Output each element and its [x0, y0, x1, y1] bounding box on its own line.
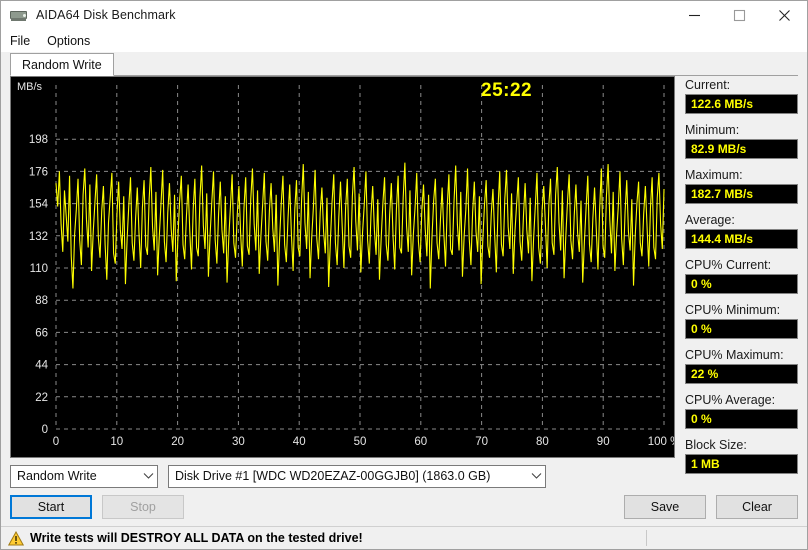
stat-cpu-maximum: CPU% Maximum: 22 %: [685, 348, 798, 393]
close-button[interactable]: [762, 1, 807, 30]
main-body: 0 22 44 66 88 110 132 154 176 198 0 10 20 30 40 50 60 70 8…: [1, 76, 807, 474]
svg-text:30: 30: [232, 436, 245, 448]
title-bar: AIDA64 Disk Benchmark: [1, 1, 807, 30]
tab-random-write[interactable]: Random Write: [10, 53, 114, 76]
drive-select[interactable]: Disk Drive #1 [WDC WD20EZAZ-00GGJB0] (18…: [168, 464, 546, 488]
stat-cpu-current-label: CPU% Current:: [685, 258, 772, 272]
stat-cpu-average-value: 0 %: [691, 412, 712, 426]
statistics-panel: Current: 122.6 MB/s Minimum: 82.9 MB/s M…: [675, 76, 798, 474]
tab-strip: Random Write: [1, 52, 807, 76]
minimize-button[interactable]: [672, 1, 717, 30]
warning-triangle-icon: [8, 530, 24, 545]
svg-text:50: 50: [354, 436, 367, 448]
save-button[interactable]: Save: [624, 494, 706, 519]
aida64-disk-benchmark-window: AIDA64 Disk Benchmark File Options Rando…: [0, 0, 808, 550]
stat-cpu-maximum-box: 22 %: [685, 364, 798, 384]
test-type-select[interactable]: Random Write: [10, 464, 158, 488]
stat-cpu-minimum: CPU% Minimum: 0 %: [685, 303, 798, 348]
start-button[interactable]: Start: [10, 494, 92, 519]
window-controls: [672, 1, 807, 30]
status-message: Write tests will DESTROY ALL DATA on the…: [30, 531, 363, 545]
svg-text:10: 10: [110, 436, 123, 448]
test-type-value: Random Write: [17, 469, 97, 484]
stat-maximum-box: 182.7 MB/s: [685, 184, 798, 204]
chart-unit-label: MB/s: [17, 81, 43, 93]
stat-cpu-current-box: 0 %: [685, 274, 798, 294]
chevron-down-icon: [139, 466, 157, 487]
svg-text:22: 22: [35, 392, 48, 404]
stat-average-box: 144.4 MB/s: [685, 229, 798, 249]
elapsed-timer: 25:22: [481, 80, 533, 101]
stat-cpu-average-label: CPU% Average:: [685, 393, 776, 407]
stat-maximum: Maximum: 182.7 MB/s: [685, 168, 798, 213]
window-title: AIDA64 Disk Benchmark: [36, 8, 176, 22]
stop-button: Stop: [102, 494, 184, 519]
drive-select-value: Disk Drive #1 [WDC WD20EZAZ-00GGJB0] (18…: [175, 469, 491, 484]
stat-maximum-label: Maximum:: [685, 168, 743, 182]
stat-cpu-average: CPU% Average: 0 %: [685, 393, 798, 438]
svg-text:198: 198: [29, 134, 48, 146]
stat-minimum-label: Minimum:: [685, 123, 740, 137]
svg-text:0: 0: [53, 436, 59, 448]
disk-drive-icon: [10, 7, 28, 23]
stat-cpu-average-box: 0 %: [685, 409, 798, 429]
status-bar: Write tests will DESTROY ALL DATA on the…: [1, 526, 807, 549]
svg-text:176: 176: [29, 166, 48, 178]
svg-text:132: 132: [29, 231, 48, 243]
chart-canvas: 0 22 44 66 88 110 132 154 176 198 0 10 20 30 40 50 60 70 8…: [29, 85, 674, 448]
stat-average-value: 144.4 MB/s: [691, 232, 754, 246]
menu-item-options[interactable]: Options: [47, 32, 99, 50]
svg-text:44: 44: [35, 360, 48, 372]
stat-block-size-label: Block Size:: [685, 438, 747, 452]
stat-average-label: Average:: [685, 213, 735, 227]
selection-row: Random Write Disk Drive #1 [WDC WD20EZAZ…: [1, 464, 807, 488]
maximize-button[interactable]: [717, 1, 762, 30]
menu-item-file[interactable]: File: [10, 32, 39, 50]
stat-cpu-current-value: 0 %: [691, 277, 712, 291]
svg-text:70: 70: [475, 436, 488, 448]
svg-text:100 %: 100 %: [648, 436, 674, 448]
stat-average: Average: 144.4 MB/s: [685, 213, 798, 258]
stat-current: Current: 122.6 MB/s: [685, 78, 798, 123]
stat-cpu-minimum-label: CPU% Minimum:: [685, 303, 781, 317]
svg-text:60: 60: [414, 436, 427, 448]
stat-current-box: 122.6 MB/s: [685, 94, 798, 114]
stat-current-value: 122.6 MB/s: [691, 97, 754, 111]
svg-text:90: 90: [597, 436, 610, 448]
menu-bar: File Options: [1, 30, 807, 52]
stat-minimum-box: 82.9 MB/s: [685, 139, 798, 159]
svg-text:80: 80: [536, 436, 549, 448]
svg-text:66: 66: [35, 327, 48, 339]
stat-minimum: Minimum: 82.9 MB/s: [685, 123, 798, 168]
svg-text:20: 20: [171, 436, 184, 448]
stat-minimum-value: 82.9 MB/s: [691, 142, 747, 156]
clear-button[interactable]: Clear: [716, 494, 798, 519]
svg-text:154: 154: [29, 199, 49, 211]
stat-cpu-minimum-box: 0 %: [685, 319, 798, 339]
stat-current-label: Current:: [685, 78, 731, 92]
svg-text:40: 40: [293, 436, 306, 448]
stat-cpu-minimum-value: 0 %: [691, 322, 712, 336]
action-buttons-row: Start Stop Save Clear: [1, 494, 807, 519]
stat-cpu-current: CPU% Current: 0 %: [685, 258, 798, 303]
stat-maximum-value: 182.7 MB/s: [691, 187, 754, 201]
svg-text:110: 110: [30, 263, 48, 275]
stat-cpu-maximum-label: CPU% Maximum:: [685, 348, 784, 362]
svg-text:0: 0: [42, 424, 48, 436]
svg-text:88: 88: [35, 295, 48, 307]
benchmark-chart: 0 22 44 66 88 110 132 154 176 198 0 10 20 30 40 50 60 70 8…: [10, 76, 675, 458]
stat-cpu-maximum-value: 22 %: [691, 367, 719, 381]
chevron-down-icon: [527, 466, 545, 487]
